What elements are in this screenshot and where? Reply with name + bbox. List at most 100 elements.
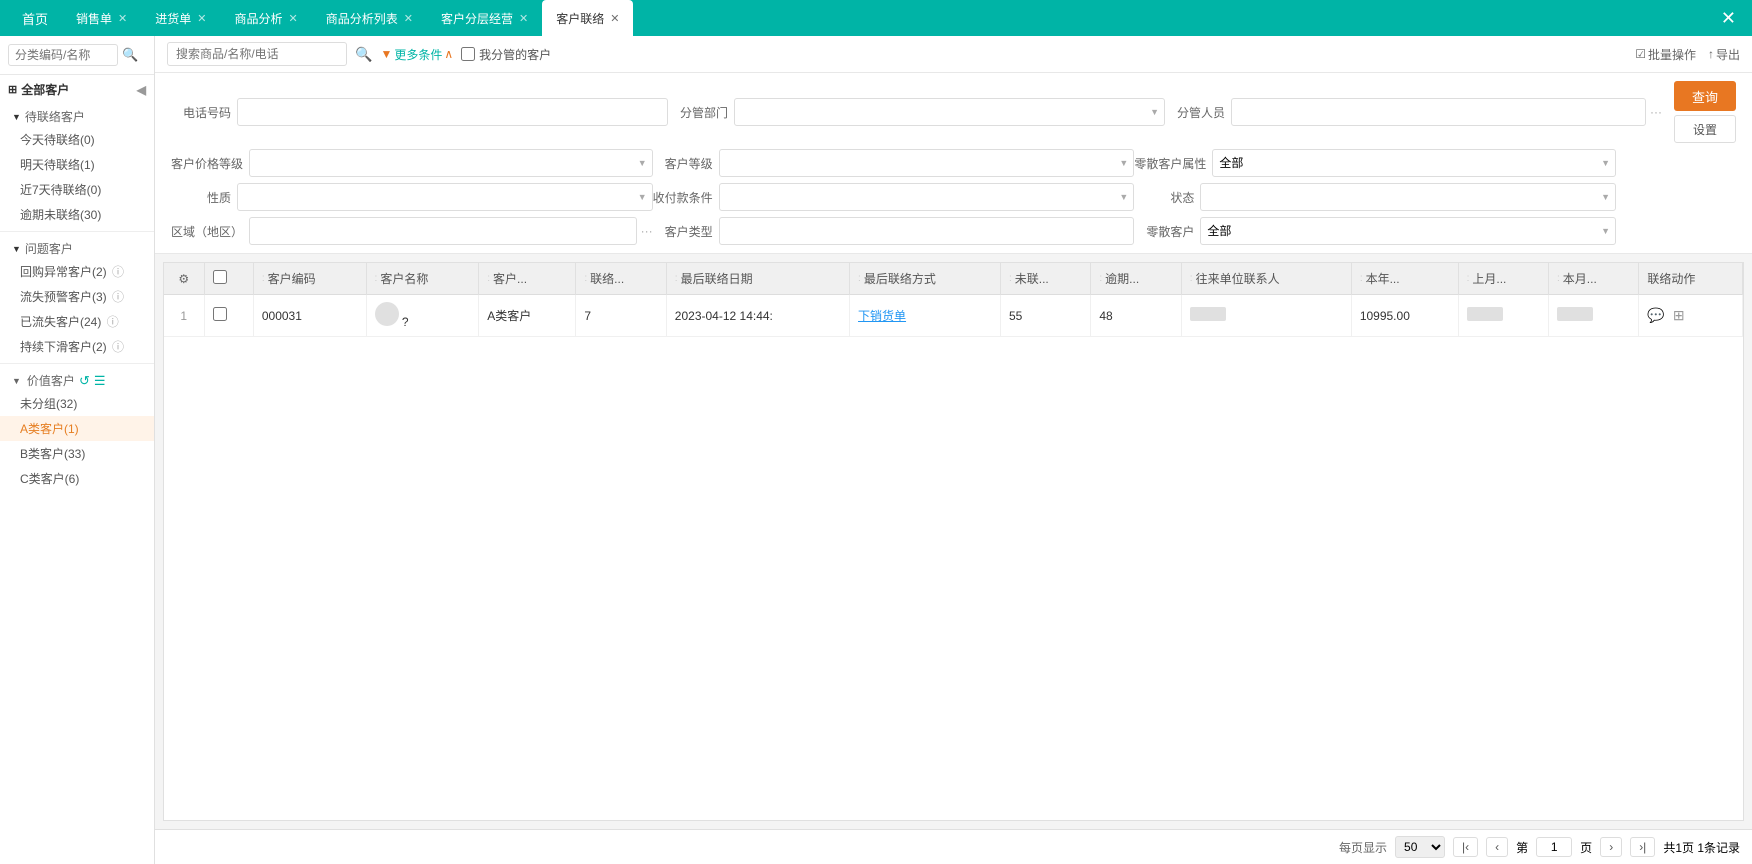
th-name: :客户名称 [366,263,479,295]
select-all-checkbox[interactable] [213,270,227,284]
th-this-month: :本月... [1549,263,1639,295]
info-icon-0: ⓘ [112,265,124,279]
more-action-icon[interactable]: ⊞ [1673,307,1685,324]
dept-select[interactable] [734,98,1165,126]
more-conditions-btn[interactable]: ▼ 更多条件 ∧ [380,46,453,63]
nav-tab-customer-contact[interactable]: 客户联络 ✕ [542,0,633,36]
sidebar-search-area: 🔍 [0,36,154,75]
sidebar-item-declining[interactable]: 持续下滑客户(2) ⓘ [0,334,154,359]
customer-level-select[interactable] [719,149,1135,177]
my-customers-checkbox[interactable]: 我分管的客户 [461,46,551,63]
nav-home[interactable]: 首页 [8,9,62,28]
th-checkbox [204,263,253,295]
settings-gear-icon[interactable]: ⚙ [178,272,189,286]
sidebar-search-input[interactable] [8,44,118,66]
filter-search-input[interactable] [167,42,347,66]
query-btn-group: 查询 设置 [1674,81,1736,143]
batch-op-btn[interactable]: ☑ 批量操作 [1635,46,1696,63]
query-btn[interactable]: 查询 [1674,81,1736,111]
nav-tab-analysis-list[interactable]: 商品分析列表 ✕ [312,0,427,36]
contact-action-icon[interactable]: 💬 [1647,307,1664,324]
sidebar-item-7days[interactable]: 近7天待联络(0) [0,177,154,202]
sidebar-item-repurchase-anomaly[interactable]: 回购异常客户(2) ⓘ [0,259,154,284]
all-customers-header[interactable]: ⊞ 全部客户 ◀ [0,75,154,104]
close-sales-icon[interactable]: ✕ [118,12,127,25]
th-last-method: :最后联络方式 [850,263,1001,295]
phone-input[interactable] [237,98,668,126]
sidebar-item-churned[interactable]: 已流失客户(24) ⓘ [0,309,154,334]
manager-input[interactable] [1231,98,1646,126]
sidebar-item-b-class[interactable]: B类客户(33) [0,441,154,466]
region-more-icon[interactable]: ··· [641,224,653,238]
payment-select[interactable] [719,183,1135,211]
nature-select[interactable] [237,183,653,211]
filter-row-2: 客户价格等级 ▼ 客户等级 ▼ [171,149,1736,177]
status-select[interactable] [1200,183,1616,211]
refresh-icon[interactable]: ↺ [79,373,90,389]
add-group-icon[interactable]: ☰ [94,373,106,389]
settings-btn[interactable]: 设置 [1674,115,1736,143]
close-contact-icon[interactable]: ✕ [610,12,619,25]
group-label-value: ▼ 价值客户 ↺ ☰ [0,368,154,391]
export-btn[interactable]: ↑ 导出 [1708,46,1740,63]
close-segment-icon[interactable]: ✕ [519,12,528,25]
sidebar-item-c-class[interactable]: C类客户(6) [0,466,154,491]
sparse-select[interactable]: 全部 [1200,217,1616,245]
sidebar-item-overdue[interactable]: 逾期未联络(30) [0,202,154,227]
nav-tab-purchase[interactable]: 进货单 ✕ [141,0,220,36]
sidebar-item-churn-warning[interactable]: 流失预警客户(3) ⓘ [0,284,154,309]
field-customer-type: 客户类型 [653,217,1135,245]
tri-value: ▼ [12,376,21,386]
filter-row-4: 区域（地区） ··· 客户类型 零散客户 全部 [171,217,1736,245]
filter-bar: 🔍 ▼ 更多条件 ∧ 我分管的客户 ☑ 批量操作 ↑ 导出 [155,36,1752,73]
close-purchase-icon[interactable]: ✕ [197,12,206,25]
info-icon-1: ⓘ [112,290,124,304]
my-customers-check[interactable] [461,47,475,61]
th-last-month: :上月... [1458,263,1548,295]
last-method-link[interactable]: 下销货单 [858,309,906,323]
th-overdue: :逾期... [1091,263,1181,295]
field-customer-level: 客户等级 ▼ [653,149,1135,177]
th-person: :往来单位联系人 [1181,263,1351,295]
close-analysis-list-icon[interactable]: ✕ [404,12,413,25]
manager-more-icon[interactable]: ··· [1650,105,1662,119]
td-checkbox [204,295,253,337]
sidebar-search-icon[interactable]: 🔍 [122,47,138,63]
customer-type-input[interactable] [719,217,1135,245]
total-label: 共1页 1条记录 [1663,839,1740,856]
group-label-problem: ▼ 问题客户 [0,236,154,259]
page-label: 第 [1516,839,1528,856]
page-suffix: 页 [1580,839,1592,856]
filter-search-icon[interactable]: 🔍 [355,46,372,63]
sidebar-item-unclassified[interactable]: 未分组(32) [0,391,154,416]
sidebar-item-tomorrow[interactable]: 明天待联络(1) [0,152,154,177]
filter-right-area: ☑ 批量操作 ↑ 导出 [1635,46,1740,63]
divider-1 [0,231,154,232]
collapse-icon: ◀ [137,83,146,97]
first-page-btn[interactable]: |‹ [1453,837,1478,857]
last-page-btn[interactable]: ›| [1630,837,1655,857]
th-this-year: :本年... [1351,263,1458,295]
page-size-select[interactable]: 50 100 [1395,836,1445,858]
region-input[interactable] [249,217,637,245]
table-area: ⚙ :客户编码 :客户名称 :客户... :联络... :最后联络日期 :最后联… [163,262,1744,821]
nav-tab-customer-segment[interactable]: 客户分层经营 ✕ [427,0,542,36]
nav-tab-analysis[interactable]: 商品分析 ✕ [220,0,311,36]
row-checkbox[interactable] [213,307,227,321]
price-level-select[interactable] [249,149,653,177]
prev-page-btn[interactable]: ‹ [1486,837,1508,857]
td-last-date: 2023-04-12 14:44: [666,295,849,337]
close-analysis-icon[interactable]: ✕ [289,12,298,25]
nav-tab-sales[interactable]: 销售单 ✕ [62,0,141,36]
sidebar-item-a-class[interactable]: A类客户(1) [0,416,154,441]
sparse-attr-select[interactable]: 全部 [1212,149,1616,177]
sidebar-item-today[interactable]: 今天待联络(0) [0,127,154,152]
page-number-input[interactable] [1536,837,1572,857]
grid-icon: ⊞ [8,83,17,96]
app-close-icon[interactable]: ✕ [1713,8,1744,29]
td-level: A类客户 [479,295,576,337]
next-page-btn[interactable]: › [1600,837,1622,857]
td-action: 💬 ⊞ [1639,295,1743,337]
td-this-year: 10995.00 [1351,295,1458,337]
divider-2 [0,363,154,364]
